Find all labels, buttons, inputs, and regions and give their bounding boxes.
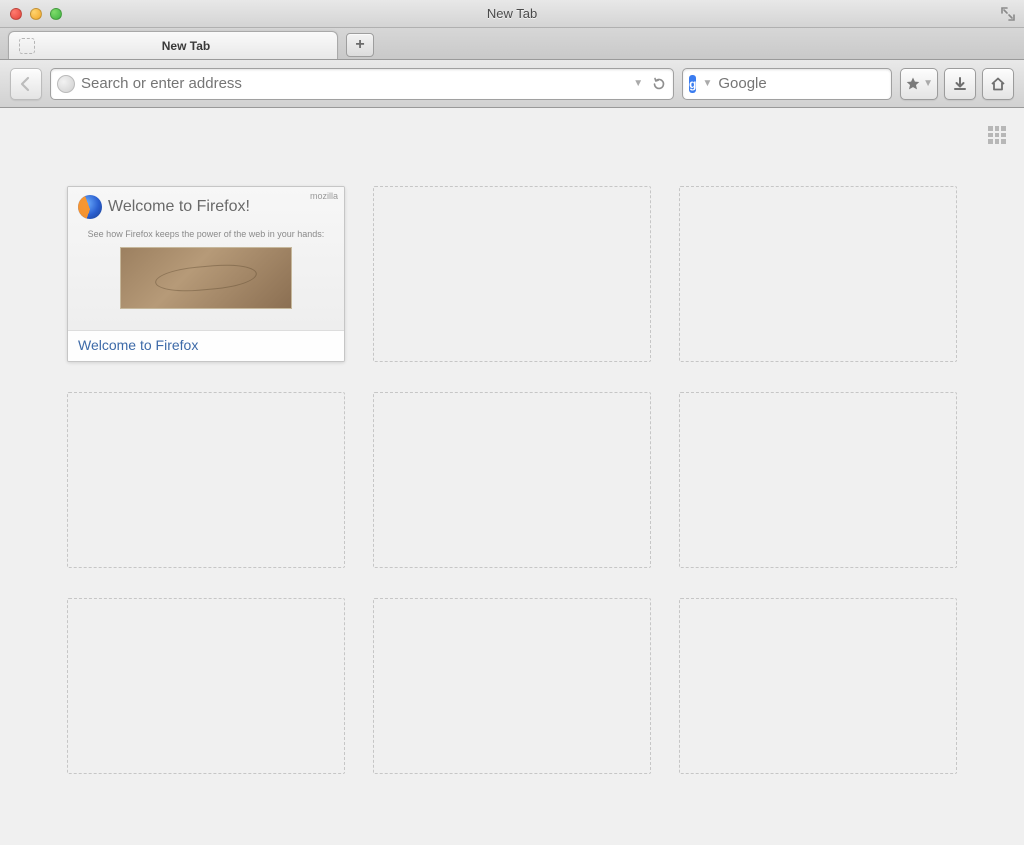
tab-favicon-placeholder-icon — [19, 38, 35, 54]
reload-icon[interactable] — [651, 76, 667, 92]
bookmarks-button[interactable]: ▼ — [900, 68, 938, 100]
plus-icon: + — [355, 36, 364, 54]
tab-active[interactable]: New Tab — [8, 31, 338, 59]
tile-empty[interactable] — [373, 392, 651, 568]
search-engine-dropdown-icon[interactable]: ▼ — [702, 78, 712, 89]
window-close-button[interactable] — [10, 8, 22, 20]
thumbnail-subtitle: See how Firefox keeps the power of the w… — [78, 229, 334, 239]
tile-empty[interactable] — [373, 186, 651, 362]
address-bar[interactable]: ▼ — [50, 68, 674, 100]
tile-empty[interactable] — [679, 186, 957, 362]
tile-label: Welcome to Firefox — [68, 331, 344, 361]
newtab-page: mozilla Welcome to Firefox! See how Fire… — [0, 108, 1024, 845]
home-icon — [990, 76, 1006, 92]
tile-empty[interactable] — [679, 598, 957, 774]
history-dropdown-icon[interactable]: ▼ — [633, 78, 643, 89]
window-minimize-button[interactable] — [30, 8, 42, 20]
tile-empty[interactable] — [67, 598, 345, 774]
window-title: New Tab — [0, 6, 1024, 21]
traffic-lights — [0, 8, 62, 20]
tile-empty[interactable] — [679, 392, 957, 568]
fullscreen-icon[interactable] — [1000, 6, 1016, 22]
brand-label: mozilla — [310, 191, 338, 201]
search-engine-icon[interactable]: g — [689, 75, 696, 93]
thumbnail-image — [120, 247, 292, 309]
tile-welcome-to-firefox[interactable]: mozilla Welcome to Firefox! See how Fire… — [67, 186, 345, 362]
back-button[interactable] — [10, 68, 42, 100]
window-zoom-button[interactable] — [50, 8, 62, 20]
globe-icon — [57, 75, 75, 93]
tile-empty[interactable] — [373, 598, 651, 774]
thumbnail-title: Welcome to Firefox! — [108, 198, 250, 216]
window-titlebar: New Tab — [0, 0, 1024, 28]
tab-title: New Tab — [45, 39, 327, 53]
tab-strip: New Tab + — [0, 28, 1024, 60]
home-button[interactable] — [982, 68, 1014, 100]
star-icon — [905, 76, 921, 92]
top-sites-grid: mozilla Welcome to Firefox! See how Fire… — [0, 108, 1024, 774]
new-tab-button[interactable]: + — [346, 33, 374, 57]
firefox-icon — [78, 195, 102, 219]
download-icon — [952, 76, 968, 92]
search-input[interactable] — [718, 75, 917, 92]
downloads-button[interactable] — [944, 68, 976, 100]
navigation-toolbar: ▼ g ▼ ▼ — [0, 60, 1024, 108]
address-input[interactable] — [81, 75, 627, 92]
toggle-grid-button[interactable] — [988, 126, 1006, 144]
tile-empty[interactable] — [67, 392, 345, 568]
chevron-down-icon: ▼ — [923, 78, 933, 89]
tile-thumbnail: mozilla Welcome to Firefox! See how Fire… — [68, 187, 344, 331]
toolbar-right-group: ▼ — [900, 68, 1014, 100]
search-bar[interactable]: g ▼ — [682, 68, 892, 100]
